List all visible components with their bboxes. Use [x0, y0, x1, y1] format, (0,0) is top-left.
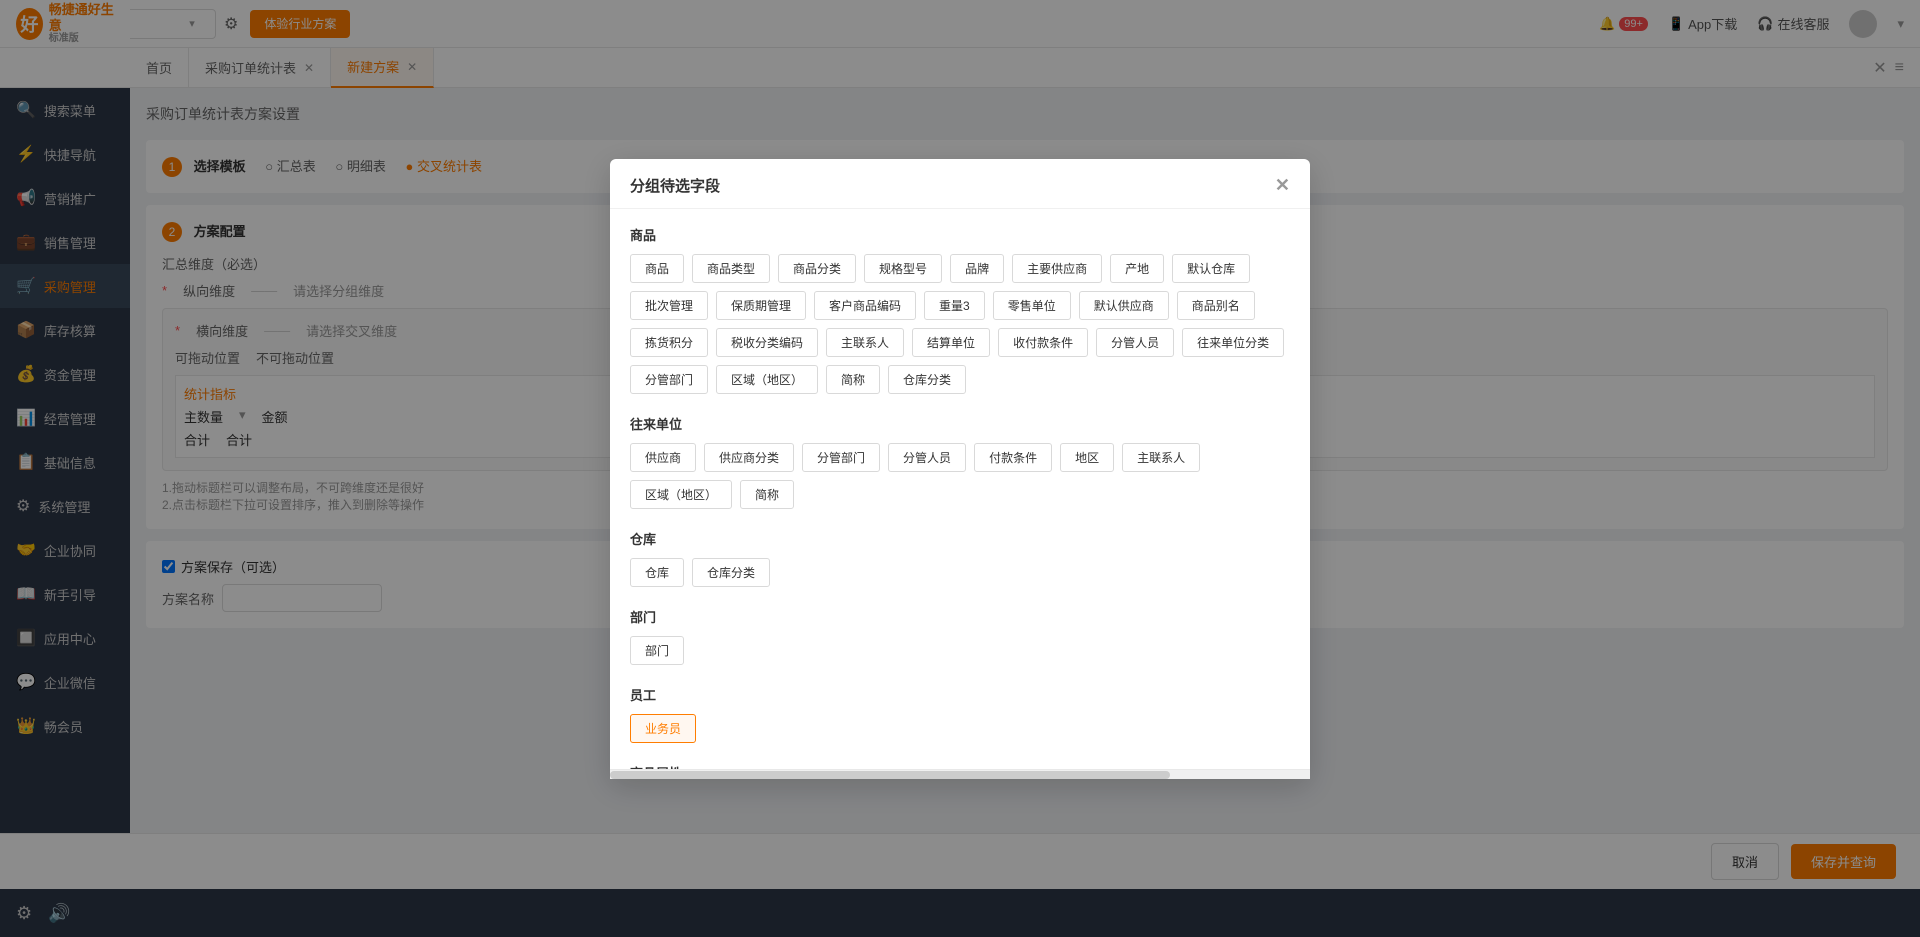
section-warehouse: 仓库仓库仓库分类	[630, 529, 1290, 587]
field-tag-拣货积分[interactable]: 拣货积分	[630, 328, 708, 357]
section-title-goods: 商品	[630, 225, 1290, 244]
section-title-department: 部门	[630, 607, 1290, 626]
section-title-employee: 员工	[630, 685, 1290, 704]
field-tag-商品别名[interactable]: 商品别名	[1177, 291, 1255, 320]
field-tag-主联系人[interactable]: 主联系人	[1122, 443, 1200, 472]
field-selection-modal: 分组待选字段 ✕ 商品商品商品类型商品分类规格型号品牌主要供应商产地默认仓库批次…	[610, 159, 1310, 779]
modal-body: 商品商品商品类型商品分类规格型号品牌主要供应商产地默认仓库批次管理保质期管理客户…	[610, 209, 1310, 769]
field-tag-往来单位分类[interactable]: 往来单位分类	[1182, 328, 1284, 357]
field-tag-简称[interactable]: 简称	[826, 365, 880, 394]
modal-header: 分组待选字段 ✕	[610, 159, 1310, 209]
field-tag-主要供应商[interactable]: 主要供应商	[1012, 254, 1102, 283]
section-goods: 商品商品商品类型商品分类规格型号品牌主要供应商产地默认仓库批次管理保质期管理客户…	[630, 225, 1290, 394]
section-partner: 往来单位供应商供应商分类分管部门分管人员付款条件地区主联系人区域（地区） 简称	[630, 414, 1290, 509]
field-tags-warehouse: 仓库仓库分类	[630, 558, 1290, 587]
field-tag-结算单位[interactable]: 结算单位	[912, 328, 990, 357]
section-title-warehouse: 仓库	[630, 529, 1290, 548]
field-tag-业务员[interactable]: 业务员	[630, 714, 696, 743]
field-tags-goods: 商品商品类型商品分类规格型号品牌主要供应商产地默认仓库批次管理保质期管理客户商品…	[630, 254, 1290, 394]
field-tag-商品类型[interactable]: 商品类型	[692, 254, 770, 283]
field-tag-主联系人[interactable]: 主联系人	[826, 328, 904, 357]
field-tags-department: 部门	[630, 636, 1290, 665]
field-tag-仓库分类[interactable]: 仓库分类	[692, 558, 770, 587]
modal-overlay: 分组待选字段 ✕ 商品商品商品类型商品分类规格型号品牌主要供应商产地默认仓库批次…	[0, 0, 1920, 937]
field-tags-employee: 业务员	[630, 714, 1290, 743]
field-tag-商品分类[interactable]: 商品分类	[778, 254, 856, 283]
field-tag-分管人员[interactable]: 分管人员	[888, 443, 966, 472]
field-tag-分管部门[interactable]: 分管部门	[802, 443, 880, 472]
modal-scrollbar	[610, 769, 1310, 779]
field-tag-付款条件[interactable]: 付款条件	[974, 443, 1052, 472]
field-tag-默认仓库[interactable]: 默认仓库	[1172, 254, 1250, 283]
field-tags-partner: 供应商供应商分类分管部门分管人员付款条件地区主联系人区域（地区） 简称	[630, 443, 1290, 509]
field-tag-批次管理[interactable]: 批次管理	[630, 291, 708, 320]
field-tag-供应商分类[interactable]: 供应商分类	[704, 443, 794, 472]
field-tag-商品[interactable]: 商品	[630, 254, 684, 283]
field-tag-地区[interactable]: 地区	[1060, 443, 1114, 472]
field-tag-简称[interactable]: 简称	[740, 480, 794, 509]
field-tag-保质期管理[interactable]: 保质期管理	[716, 291, 806, 320]
section-title-partner: 往来单位	[630, 414, 1290, 433]
field-tag-重量3[interactable]: 重量3	[924, 291, 985, 320]
field-tag-收付款条件[interactable]: 收付款条件	[998, 328, 1088, 357]
field-tag-产地[interactable]: 产地	[1110, 254, 1164, 283]
field-tag-部门[interactable]: 部门	[630, 636, 684, 665]
modal-scrollbar-thumb	[610, 771, 1170, 779]
section-department: 部门部门	[630, 607, 1290, 665]
modal-title: 分组待选字段	[630, 175, 720, 196]
field-tag-默认供应商[interactable]: 默认供应商	[1079, 291, 1169, 320]
field-tag-供应商[interactable]: 供应商	[630, 443, 696, 472]
field-tag-区域（地区）[interactable]: 区域（地区）	[630, 480, 732, 509]
field-tag-规格型号[interactable]: 规格型号	[864, 254, 942, 283]
field-tag-区域（地区）[interactable]: 区域（地区）	[716, 365, 818, 394]
field-tag-税收分类编码[interactable]: 税收分类编码	[716, 328, 818, 357]
field-tag-客户商品编码[interactable]: 客户商品编码	[814, 291, 916, 320]
field-tag-仓库[interactable]: 仓库	[630, 558, 684, 587]
field-tag-零售单位[interactable]: 零售单位	[993, 291, 1071, 320]
field-tag-分管人员[interactable]: 分管人员	[1096, 328, 1174, 357]
field-tag-仓库分类[interactable]: 仓库分类	[888, 365, 966, 394]
field-tag-品牌[interactable]: 品牌	[950, 254, 1004, 283]
modal-close-btn[interactable]: ✕	[1275, 175, 1290, 196]
section-employee: 员工业务员	[630, 685, 1290, 743]
field-tag-分管部门[interactable]: 分管部门	[630, 365, 708, 394]
